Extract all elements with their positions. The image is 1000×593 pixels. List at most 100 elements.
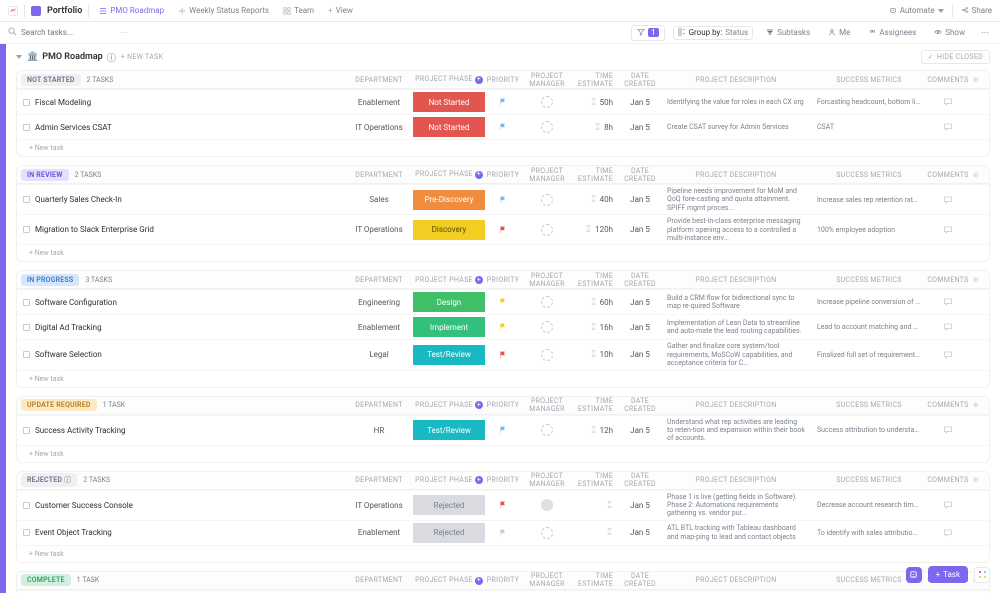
- col-pm[interactable]: PROJECT MANAGER: [521, 572, 573, 588]
- col-success[interactable]: SUCCESS METRICS: [811, 401, 927, 409]
- description-cell[interactable]: ATL BTL tracking with Tableau dashboard …: [661, 524, 811, 541]
- department-cell[interactable]: IT Operations: [345, 225, 413, 234]
- date-cell[interactable]: Jan 5: [619, 98, 661, 107]
- col-priority[interactable]: PRIORITY: [485, 401, 521, 409]
- task-name[interactable]: Customer Success Console: [35, 501, 133, 510]
- col-pm[interactable]: PROJECT MANAGER: [521, 397, 573, 413]
- col-priority[interactable]: PRIORITY: [485, 76, 521, 84]
- description-cell[interactable]: Implementation of Lean Data to streamlin…: [661, 319, 811, 336]
- info-icon[interactable]: ⓘ: [107, 51, 116, 64]
- add-column-icon[interactable]: ⊕: [969, 276, 983, 284]
- col-date[interactable]: DATE CREATED: [619, 397, 661, 413]
- col-date[interactable]: DATE CREATED: [619, 472, 661, 488]
- success-cell[interactable]: Increase pipeline conversion of new busi…: [811, 298, 927, 306]
- col-phase[interactable]: PROJECT PHASE +: [413, 576, 485, 585]
- success-cell[interactable]: Success attribution to understand custom…: [811, 426, 927, 434]
- department-cell[interactable]: Legal: [345, 350, 413, 359]
- col-department[interactable]: DEPARTMENT: [345, 476, 413, 484]
- apps-button[interactable]: [974, 567, 990, 583]
- col-department[interactable]: DEPARTMENT: [345, 401, 413, 409]
- description-cell[interactable]: Gather and finalize core system/tool req…: [661, 342, 811, 367]
- col-priority[interactable]: PRIORITY: [485, 476, 521, 484]
- workspace-title[interactable]: Portfolio: [47, 6, 82, 16]
- comments-cell[interactable]: [927, 122, 969, 132]
- department-cell[interactable]: Enablement: [345, 98, 413, 107]
- status-checkbox[interactable]: [23, 299, 30, 306]
- task-name[interactable]: Success Activity Tracking: [35, 426, 126, 435]
- priority-cell[interactable]: [485, 123, 521, 131]
- show-button[interactable]: Show: [929, 26, 970, 40]
- filter-button[interactable]: 1: [631, 25, 665, 41]
- success-cell[interactable]: Finalized full set of requirements for V…: [811, 351, 927, 359]
- task-name[interactable]: Fiscal Modeling: [35, 98, 91, 107]
- col-comments[interactable]: COMMENTS: [927, 171, 969, 179]
- success-cell[interactable]: Decrease account research time for CSMs …: [811, 501, 927, 509]
- department-cell[interactable]: Enablement: [345, 528, 413, 537]
- more-icon[interactable]: ⋯: [120, 28, 128, 37]
- add-task-button[interactable]: + New task: [17, 244, 989, 261]
- col-desc[interactable]: PROJECT DESCRIPTION: [661, 276, 811, 284]
- task-name[interactable]: Software Selection: [35, 350, 102, 359]
- description-cell[interactable]: Identifying the value for roles in each …: [661, 98, 811, 106]
- priority-cell[interactable]: [485, 323, 521, 331]
- col-priority[interactable]: PRIORITY: [485, 576, 521, 584]
- col-pm[interactable]: PROJECT MANAGER: [521, 167, 573, 183]
- department-cell[interactable]: HR: [345, 426, 413, 435]
- groupby-button[interactable]: Group by: Status: [673, 26, 754, 40]
- col-success[interactable]: SUCCESS METRICS: [811, 171, 927, 179]
- list-title[interactable]: PMO Roadmap: [42, 52, 103, 62]
- phase-cell[interactable]: Design: [413, 292, 485, 312]
- task-row[interactable]: Admin Services CSAT IT Operations Not St…: [17, 114, 989, 139]
- date-cell[interactable]: Jan 5: [619, 528, 661, 537]
- pm-cell[interactable]: [521, 321, 573, 333]
- col-department[interactable]: DEPARTMENT: [345, 576, 413, 584]
- col-pm[interactable]: PROJECT MANAGER: [521, 272, 573, 288]
- status-checkbox[interactable]: [23, 324, 30, 331]
- comments-cell[interactable]: [927, 195, 969, 205]
- add-phase-icon[interactable]: +: [475, 171, 483, 179]
- comments-cell[interactable]: [927, 97, 969, 107]
- col-comments[interactable]: COMMENTS: [927, 401, 969, 409]
- description-cell[interactable]: Pipeline needs improvement for MoM and Q…: [661, 187, 811, 212]
- description-cell[interactable]: Understand what rep activities are leadi…: [661, 418, 811, 443]
- task-row[interactable]: Migration to Slack Enterprise Grid IT Op…: [17, 214, 989, 244]
- assign-pm-icon[interactable]: [541, 194, 553, 206]
- subtasks-button[interactable]: Subtasks: [761, 26, 815, 40]
- col-priority[interactable]: PRIORITY: [485, 276, 521, 284]
- time-cell[interactable]: 16h: [573, 323, 619, 332]
- col-time[interactable]: TIME ESTIMATE: [573, 272, 619, 288]
- assign-pm-icon[interactable]: [541, 96, 553, 108]
- description-cell[interactable]: Phase 1 is live (getting fields in Softw…: [661, 493, 811, 518]
- date-cell[interactable]: Jan 5: [619, 426, 661, 435]
- pm-cell[interactable]: [521, 96, 573, 108]
- hide-closed-button[interactable]: ✓ HIDE CLOSED: [921, 50, 990, 64]
- phase-cell[interactable]: Not Started: [413, 117, 485, 137]
- date-cell[interactable]: Jan 5: [619, 323, 661, 332]
- col-comments[interactable]: COMMENTS: [927, 476, 969, 484]
- col-success[interactable]: SUCCESS METRICS: [811, 76, 927, 84]
- quick-note-button[interactable]: [906, 567, 922, 583]
- col-phase[interactable]: PROJECT PHASE +: [413, 170, 485, 179]
- col-date[interactable]: DATE CREATED: [619, 167, 661, 183]
- pm-cell[interactable]: [521, 296, 573, 308]
- status-pill[interactable]: IN REVIEW: [21, 169, 69, 181]
- status-pill[interactable]: IN PROGRESS: [21, 274, 79, 286]
- pm-cell[interactable]: [521, 499, 573, 511]
- time-cell[interactable]: 10h: [573, 350, 619, 359]
- search-input[interactable]: [21, 28, 101, 37]
- add-phase-icon[interactable]: +: [475, 577, 483, 585]
- pm-cell[interactable]: [521, 424, 573, 436]
- task-row[interactable]: Quarterly Sales Check-In Sales Pre-Disco…: [17, 184, 989, 214]
- time-cell[interactable]: 40h: [573, 195, 619, 204]
- phase-cell[interactable]: Not Started: [413, 92, 485, 112]
- collapse-list-icon[interactable]: [16, 55, 22, 59]
- priority-cell[interactable]: [485, 196, 521, 204]
- col-phase[interactable]: PROJECT PHASE +: [413, 476, 485, 485]
- status-checkbox[interactable]: [23, 529, 30, 536]
- success-cell[interactable]: 100% employee adoption: [811, 226, 927, 234]
- comments-cell[interactable]: [927, 350, 969, 360]
- time-cell[interactable]: 60h: [573, 298, 619, 307]
- task-name[interactable]: Migration to Slack Enterprise Grid: [35, 225, 154, 234]
- col-desc[interactable]: PROJECT DESCRIPTION: [661, 476, 811, 484]
- priority-cell[interactable]: [485, 529, 521, 537]
